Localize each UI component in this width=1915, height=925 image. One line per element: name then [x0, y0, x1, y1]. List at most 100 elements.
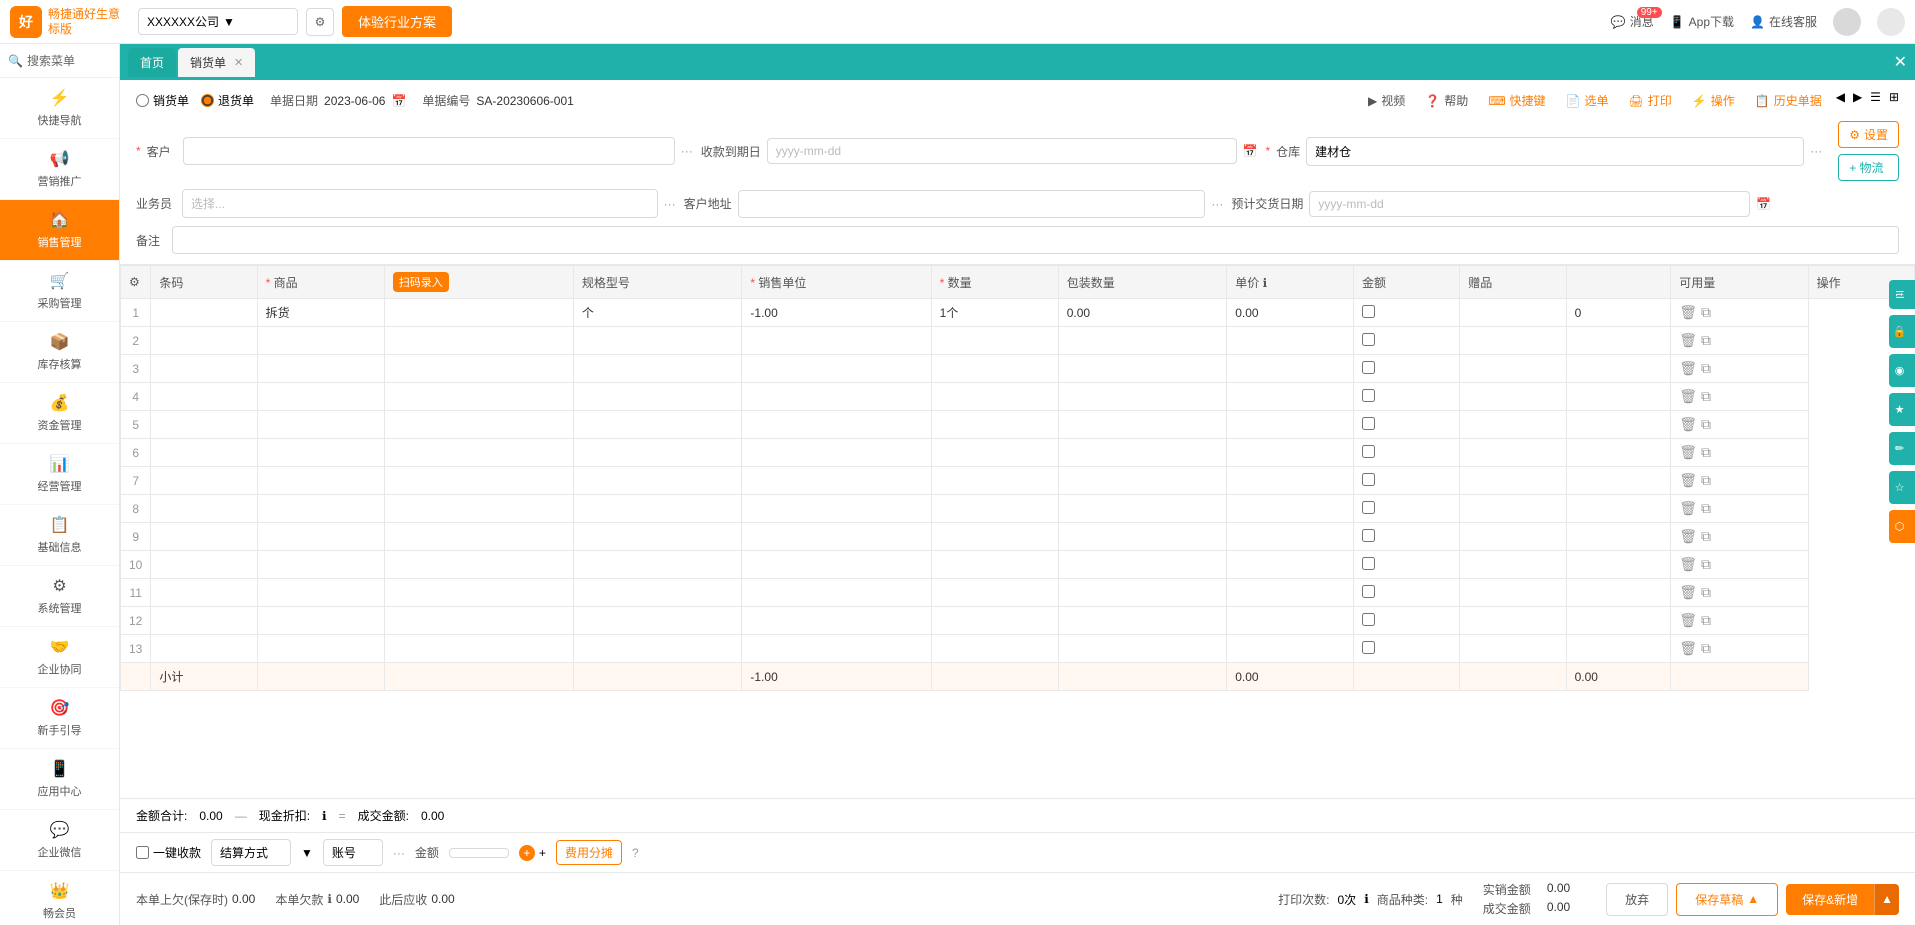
- note-input[interactable]: [172, 226, 1899, 254]
- row-1-product[interactable]: 拆货: [257, 299, 384, 327]
- settlement-method-select[interactable]: 结算方式: [211, 839, 291, 866]
- message-button[interactable]: 💬 消息 99+: [1611, 13, 1654, 30]
- sidebar-item-inventory[interactable]: 📦 库存核算: [0, 322, 119, 383]
- scan-button[interactable]: 扫码录入: [393, 272, 449, 292]
- account-select[interactable]: 账号: [323, 839, 383, 866]
- expected-date-input[interactable]: yyyy-mm-dd: [1309, 191, 1750, 217]
- customer-address-input[interactable]: [738, 190, 1206, 218]
- avatar[interactable]: [1833, 8, 1861, 36]
- delete-icon[interactable]: 🗑: [1679, 472, 1697, 489]
- choose-order-button[interactable]: 📄选单: [1560, 90, 1615, 111]
- radio-return-order[interactable]: 退货单: [201, 92, 254, 109]
- app-download-button[interactable]: 📱 App下载: [1670, 13, 1734, 30]
- salesperson-input[interactable]: 选择...: [182, 189, 658, 218]
- sidebar-item-system[interactable]: ⚙ 系统管理: [0, 566, 119, 627]
- copy-icon[interactable]: ⧉: [1701, 612, 1711, 629]
- copy-icon[interactable]: ⧉: [1701, 472, 1711, 489]
- row-1-copy-icon[interactable]: ⧉: [1701, 304, 1711, 321]
- user-menu[interactable]: [1877, 8, 1905, 36]
- sidebar-item-basic[interactable]: 📋 基础信息: [0, 505, 119, 566]
- shortcut-button[interactable]: ⌨快捷键: [1482, 90, 1551, 111]
- col-scan[interactable]: 扫码录入: [384, 266, 573, 299]
- float-orange-button[interactable]: ⬡: [1889, 510, 1915, 543]
- view-grid-icon[interactable]: ⊞: [1889, 90, 1899, 111]
- nav-next-icon[interactable]: ▶: [1853, 90, 1862, 111]
- video-button[interactable]: ▶视频: [1362, 90, 1411, 111]
- float-view-button[interactable]: ◉: [1889, 354, 1915, 387]
- sidebar-item-sales[interactable]: 🏠 销售管理: [0, 200, 119, 261]
- payment-date-calendar-icon[interactable]: 📅: [1243, 144, 1258, 158]
- row-1-unit[interactable]: 个: [573, 299, 742, 327]
- sidebar-item-operations[interactable]: 📊 经营管理: [0, 444, 119, 505]
- row-1-delete-icon[interactable]: 🗑: [1679, 304, 1697, 321]
- radio-sales-order[interactable]: 销货单: [136, 92, 189, 109]
- save-draft-button[interactable]: 保存草稿 ▲: [1676, 883, 1778, 916]
- copy-icon[interactable]: ⧉: [1701, 444, 1711, 461]
- sidebar-item-enterprise[interactable]: 🤝 企业协同: [0, 627, 119, 688]
- history-order-button[interactable]: 📋历史单据: [1749, 90, 1828, 111]
- float-pen-button[interactable]: ✏: [1889, 432, 1915, 465]
- customer-dots[interactable]: ···: [681, 144, 693, 158]
- online-service-button[interactable]: 👤 在线客服: [1750, 13, 1817, 30]
- expense-help-icon[interactable]: ?: [632, 846, 639, 860]
- delete-icon[interactable]: 🗑: [1679, 584, 1697, 601]
- window-close-button[interactable]: ✕: [1894, 52, 1907, 72]
- delete-icon[interactable]: 🗑: [1679, 332, 1697, 349]
- account-dots[interactable]: ···: [393, 846, 405, 860]
- tab-close-icon[interactable]: ✕: [234, 56, 243, 69]
- save-new-dropdown-button[interactable]: ▲: [1874, 884, 1899, 915]
- warehouse-dots[interactable]: ···: [1810, 144, 1822, 158]
- expected-date-calendar-icon[interactable]: 📅: [1756, 197, 1771, 211]
- sidebar-item-marketing[interactable]: 📢 营销推广: [0, 139, 119, 200]
- sidebar-item-quick-nav[interactable]: ⚡ 快捷导航: [0, 78, 119, 139]
- print-button[interactable]: 🖨打印: [1623, 90, 1678, 111]
- copy-icon[interactable]: ⧉: [1701, 500, 1711, 517]
- company-select[interactable]: XXXXXX公司 ▼: [138, 8, 298, 35]
- sidebar-item-member[interactable]: 👑 畅会员: [0, 871, 119, 925]
- row-1-gift[interactable]: [1353, 299, 1459, 327]
- trial-button[interactable]: 体验行业方案: [342, 6, 452, 37]
- help-button[interactable]: ❓帮助: [1419, 90, 1474, 111]
- salesperson-dots[interactable]: ···: [664, 197, 676, 211]
- delete-icon[interactable]: 🗑: [1679, 444, 1697, 461]
- calendar-icon[interactable]: 📅: [391, 94, 406, 108]
- row-1-barcode[interactable]: [151, 299, 257, 327]
- sidebar-item-appstore[interactable]: 📱 应用中心: [0, 749, 119, 810]
- settlement-dropdown-icon[interactable]: ▼: [301, 846, 313, 860]
- payment-date-input[interactable]: yyyy-mm-dd: [767, 138, 1237, 164]
- payment-amount-input[interactable]: [449, 848, 509, 858]
- nav-prev-icon[interactable]: ◀: [1836, 90, 1845, 111]
- float-bookmark-button[interactable]: ☆: [1889, 471, 1915, 504]
- sidebar-item-guide[interactable]: 🎯 新手引导: [0, 688, 119, 749]
- one-click-payment-checkbox[interactable]: 一键收款: [136, 844, 201, 861]
- delete-icon[interactable]: 🗑: [1679, 500, 1697, 517]
- col-settings[interactable]: ⚙: [121, 266, 151, 299]
- delete-icon[interactable]: 🗑: [1679, 360, 1697, 377]
- copy-icon[interactable]: ⧉: [1701, 416, 1711, 433]
- view-list-icon[interactable]: ☰: [1870, 90, 1881, 111]
- sidebar-item-purchase[interactable]: 🛒 采购管理: [0, 261, 119, 322]
- float-edit-button[interactable]: Itl: [1889, 280, 1915, 309]
- row-1-pack-qty[interactable]: 1个: [931, 299, 1058, 327]
- logistics-button[interactable]: + 物流: [1838, 154, 1899, 181]
- row-1-amount[interactable]: 0.00: [1227, 299, 1354, 327]
- delete-icon[interactable]: 🗑: [1679, 528, 1697, 545]
- operation-button[interactable]: ⚡操作: [1686, 90, 1741, 111]
- expense-split-button[interactable]: 费用分摊: [556, 840, 622, 865]
- delete-icon[interactable]: 🗑: [1679, 388, 1697, 405]
- copy-icon[interactable]: ⧉: [1701, 556, 1711, 573]
- row-1-remark[interactable]: [1460, 299, 1566, 327]
- add-payment-button[interactable]: + +: [519, 845, 546, 861]
- copy-icon[interactable]: ⧉: [1701, 388, 1711, 405]
- settings-icon[interactable]: ⚙: [306, 8, 334, 36]
- customer-input[interactable]: [183, 137, 675, 165]
- copy-icon[interactable]: ⧉: [1701, 640, 1711, 657]
- tab-home[interactable]: 首页: [128, 48, 176, 77]
- delete-icon[interactable]: 🗑: [1679, 640, 1697, 657]
- copy-icon[interactable]: ⧉: [1701, 528, 1711, 545]
- settings-button[interactable]: ⚙ 设置: [1838, 121, 1899, 148]
- row-1-spec[interactable]: [384, 299, 573, 327]
- row-1-quantity[interactable]: -1.00: [742, 299, 931, 327]
- tab-sales-order[interactable]: 销货单 ✕: [178, 48, 255, 77]
- sidebar-item-wechat[interactable]: 💬 企业微信: [0, 810, 119, 871]
